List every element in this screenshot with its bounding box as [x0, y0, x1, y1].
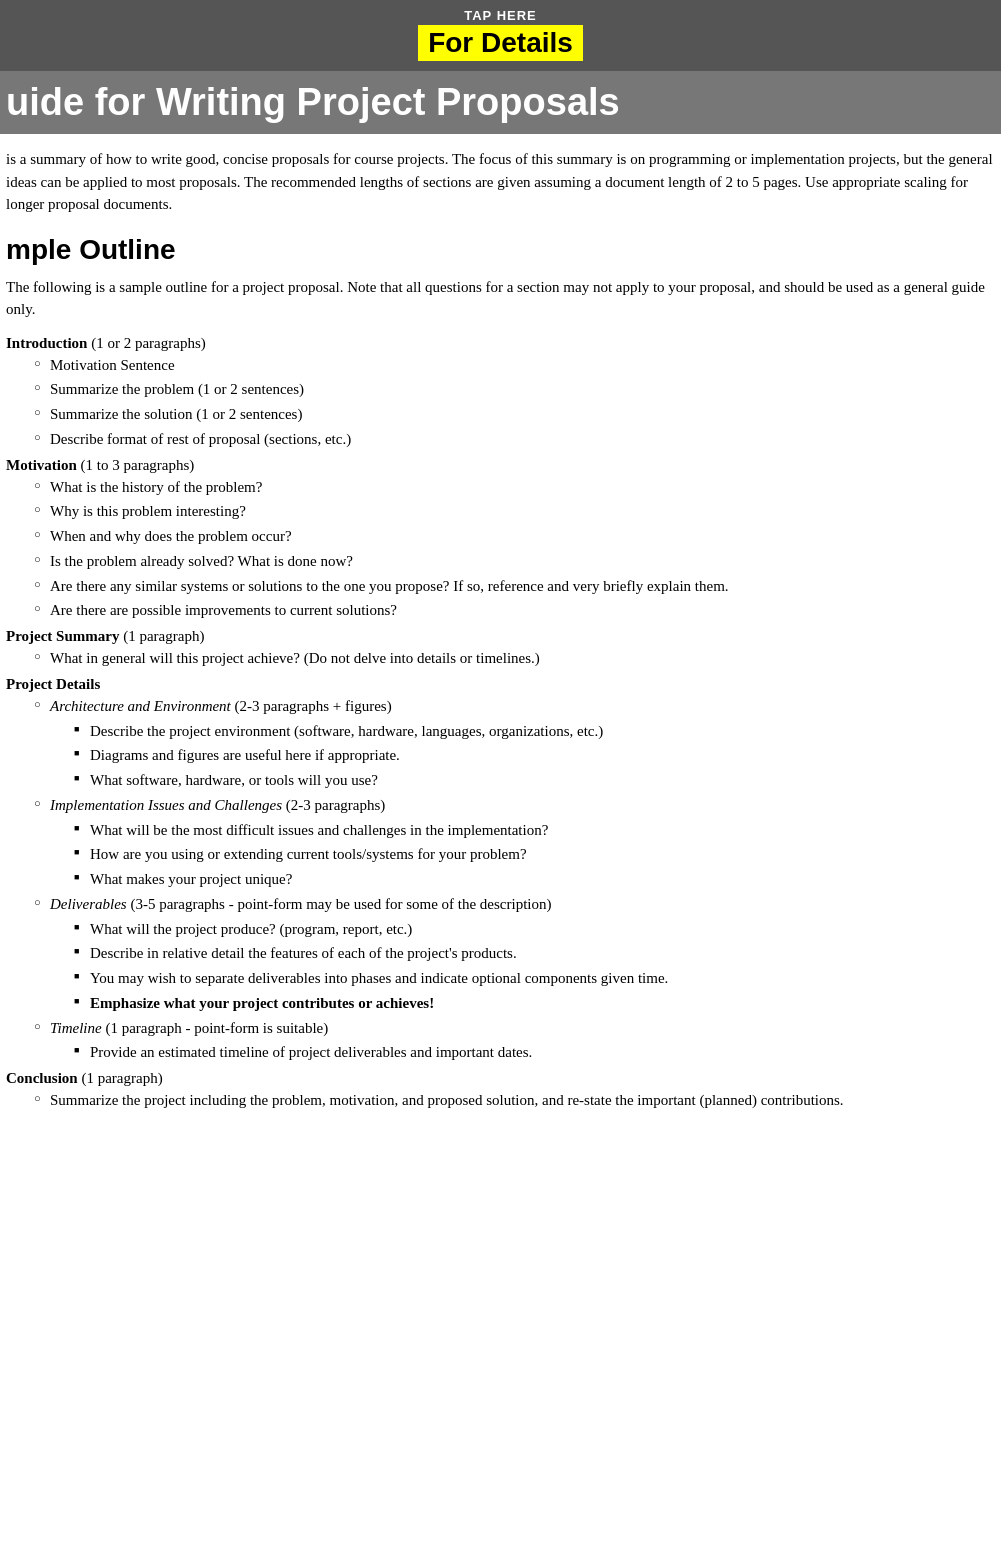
subitem-deliverables: Deliverables (3-5 paragraphs - point-for…: [34, 894, 993, 1015]
list-item: Describe the project environment (softwa…: [74, 721, 993, 743]
architecture-bullets: Describe the project environment (softwa…: [50, 721, 993, 792]
list-item: Provide an estimated timeline of project…: [74, 1042, 993, 1064]
sample-outline-heading: mple Outline: [6, 234, 993, 266]
timeline-bullets: Provide an estimated timeline of project…: [50, 1042, 993, 1064]
subitem-architecture: Architecture and Environment (2-3 paragr…: [34, 696, 993, 792]
list-item: What makes your project unique?: [74, 869, 993, 891]
section-conclusion: Conclusion (1 paragraph) Summarize the p…: [6, 1070, 993, 1112]
section-conclusion-label: Conclusion: [6, 1070, 78, 1086]
list-item: What will be the most difficult issues a…: [74, 820, 993, 842]
list-item: Why is this problem interesting?: [34, 501, 993, 523]
list-item: Summarize the solution (1 or 2 sentences…: [34, 404, 993, 426]
subitem-timeline: Timeline (1 paragraph - point-form is su…: [34, 1018, 993, 1065]
section-motivation: Motivation (1 to 3 paragraphs) What is t…: [6, 457, 993, 623]
header-bar: TAP HERE For Details: [0, 0, 1001, 71]
main-title: uide for Writing Project Proposals: [0, 81, 620, 123]
list-item: What will the project produce? (program,…: [74, 919, 993, 941]
section-conclusion-detail: (1 paragraph): [78, 1070, 163, 1086]
intro-paragraph: is a summary of how to write good, conci…: [6, 148, 993, 216]
outline-list: Introduction (1 or 2 paragraphs) Motivat…: [6, 335, 993, 1112]
list-item: How are you using or extending current t…: [74, 844, 993, 866]
list-item: Describe format of rest of proposal (sec…: [34, 429, 993, 451]
implementation-label: Implementation Issues and Challenges: [50, 797, 282, 813]
timeline-label: Timeline: [50, 1020, 102, 1036]
section-project-details: Project Details Architecture and Environ…: [6, 676, 993, 1064]
section-motivation-label: Motivation: [6, 457, 77, 473]
content-area: is a summary of how to write good, conci…: [0, 134, 1001, 1138]
project-details-items: Architecture and Environment (2-3 paragr…: [6, 696, 993, 1064]
subitem-implementation: Implementation Issues and Challenges (2-…: [34, 795, 993, 891]
deliverables-detail: (3-5 paragraphs - point-form may be used…: [127, 896, 552, 912]
list-item: Are there are possible improvements to c…: [34, 600, 993, 622]
section-project-details-label: Project Details: [6, 676, 100, 692]
implementation-bullets: What will be the most difficult issues a…: [50, 820, 993, 891]
title-bar: uide for Writing Project Proposals: [0, 71, 1001, 134]
architecture-label: Architecture and Environment: [50, 698, 231, 714]
deliverables-label: Deliverables: [50, 896, 127, 912]
sample-intro-text: The following is a sample outline for a …: [6, 276, 993, 321]
tap-here-label: TAP HERE: [0, 8, 1001, 23]
conclusion-items: Summarize the project including the prob…: [6, 1090, 993, 1112]
section-introduction: Introduction (1 or 2 paragraphs) Motivat…: [6, 335, 993, 451]
list-item: Are there any similar systems or solutio…: [34, 576, 993, 598]
list-item: What software, hardware, or tools will y…: [74, 770, 993, 792]
list-item: Describe in relative detail the features…: [74, 943, 993, 965]
list-item: Diagrams and figures are useful here if …: [74, 745, 993, 767]
architecture-detail: (2-3 paragraphs + figures): [231, 698, 392, 714]
motivation-items: What is the history of the problem? Why …: [6, 477, 993, 623]
list-item: When and why does the problem occur?: [34, 526, 993, 548]
list-item: You may wish to separate deliverables in…: [74, 968, 993, 990]
section-project-summary-label: Project Summary: [6, 628, 119, 644]
list-item: What is the history of the problem?: [34, 477, 993, 499]
section-introduction-detail: (1 or 2 paragraphs): [87, 335, 205, 351]
for-details-button[interactable]: For Details: [418, 25, 583, 61]
list-item: Summarize the problem (1 or 2 sentences): [34, 379, 993, 401]
list-item-emphasize: Emphasize what your project contributes …: [74, 993, 993, 1015]
emphasize-text: Emphasize what your project contributes …: [90, 995, 434, 1011]
section-motivation-detail: (1 to 3 paragraphs): [77, 457, 194, 473]
introduction-items: Motivation Sentence Summarize the proble…: [6, 355, 993, 451]
list-item: Is the problem already solved? What is d…: [34, 551, 993, 573]
section-introduction-label: Introduction: [6, 335, 87, 351]
list-item: Summarize the project including the prob…: [34, 1090, 993, 1112]
implementation-detail: (2-3 paragraphs): [282, 797, 385, 813]
section-project-summary-detail: (1 paragraph): [119, 628, 204, 644]
deliverables-bullets: What will the project produce? (program,…: [50, 919, 993, 1015]
section-project-summary: Project Summary (1 paragraph) What in ge…: [6, 628, 993, 670]
timeline-detail: (1 paragraph - point-form is suitable): [102, 1020, 329, 1036]
list-item: What in general will this project achiev…: [34, 648, 993, 670]
project-summary-items: What in general will this project achiev…: [6, 648, 993, 670]
list-item: Motivation Sentence: [34, 355, 993, 377]
